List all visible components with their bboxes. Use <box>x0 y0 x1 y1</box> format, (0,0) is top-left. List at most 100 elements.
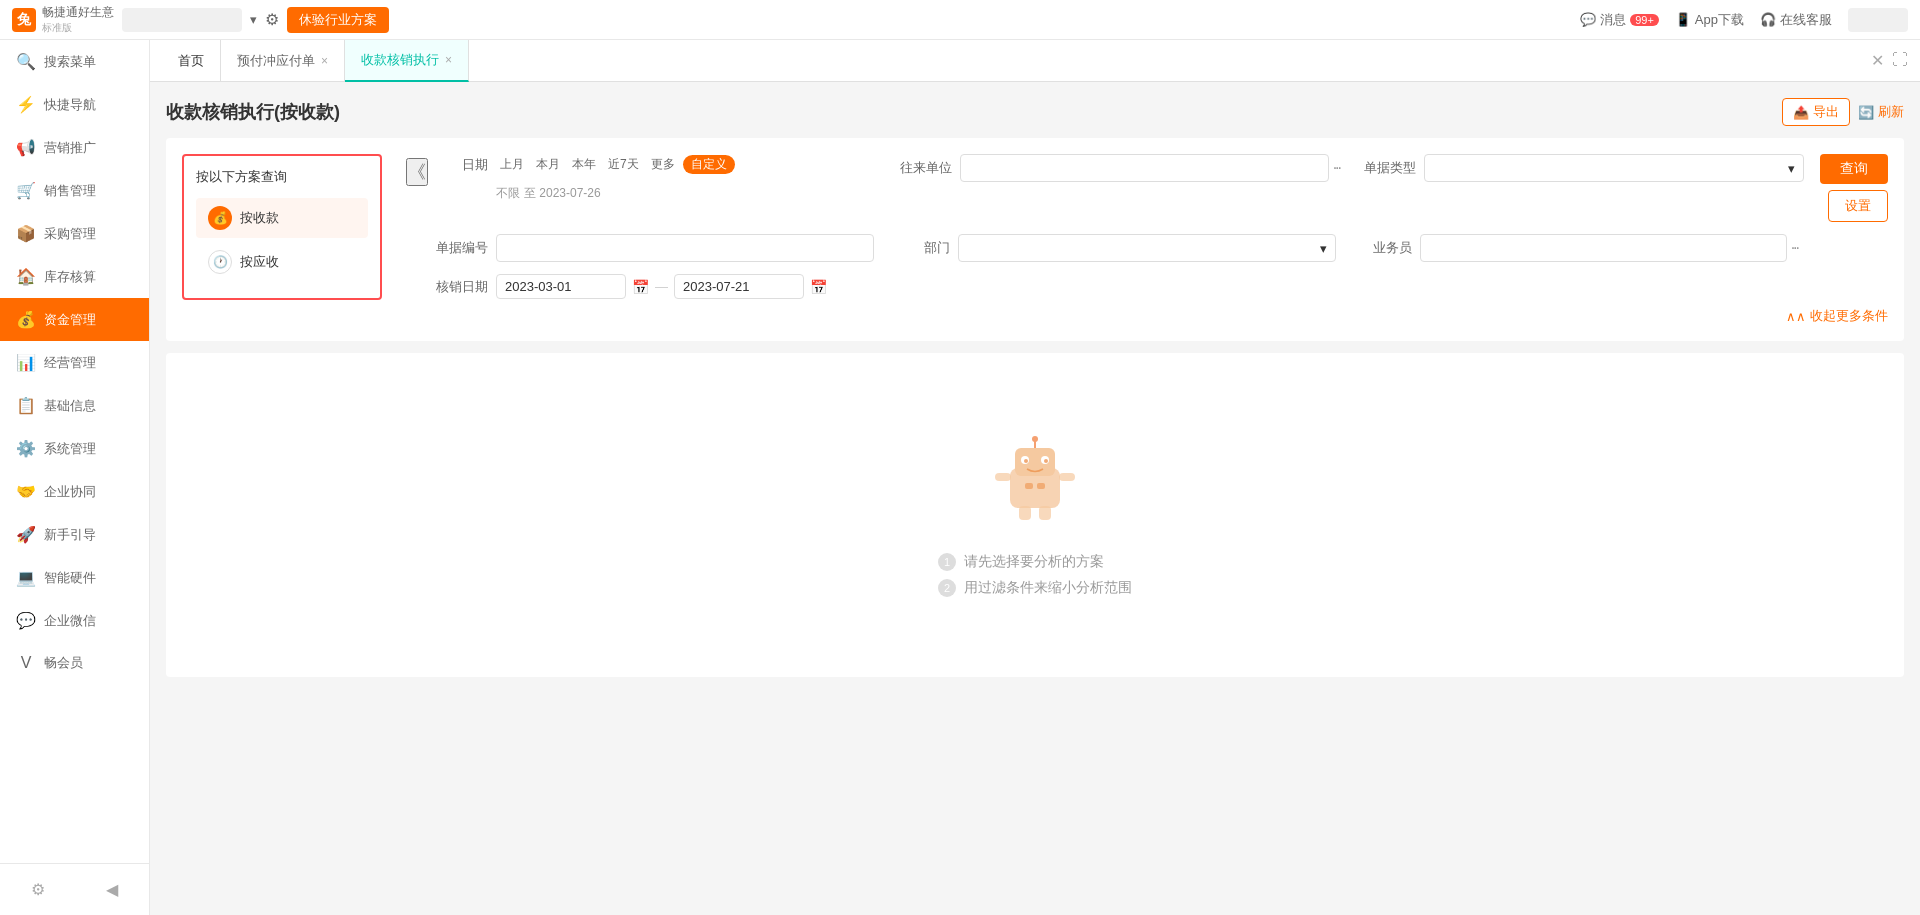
dept-label: 部门 <box>890 239 950 257</box>
verify-date-end-input[interactable] <box>674 274 804 299</box>
svg-point-4 <box>1024 459 1028 463</box>
sidebar-bottom: ⚙ ◀ <box>0 863 149 915</box>
sidebar-label-2: 营销推广 <box>44 139 96 157</box>
export-btn[interactable]: 📤 导出 <box>1782 98 1850 126</box>
dropdown-arrow[interactable]: ▾ <box>250 12 257 27</box>
online-service-btn[interactable]: 🎧 在线客服 <box>1760 11 1832 29</box>
counterpart-input[interactable] <box>960 154 1329 182</box>
filter-option-by-receipt[interactable]: 💰 按收款 <box>196 198 368 238</box>
settings-icon[interactable]: ⚙ <box>265 10 279 29</box>
empty-tips: 1 请先选择要分析的方案 2 用过滤条件来缩小分析范围 <box>938 553 1132 597</box>
sidebar-item-4[interactable]: 📦采购管理 <box>0 212 149 255</box>
salesperson-more-btn[interactable]: ··· <box>1791 239 1798 257</box>
counterpart-more-btn[interactable]: ··· <box>1333 159 1340 177</box>
receivable-icon: 🕐 <box>208 250 232 274</box>
query-form: 日期 上月 本月 本年 近7天 更多 自定义 <box>428 154 1888 325</box>
sidebar-label-8: 基础信息 <box>44 397 96 415</box>
bill-type-field: 单据类型 ▾ <box>1356 154 1804 182</box>
tab-close-1[interactable]: × <box>321 54 328 68</box>
verify-end-calendar-icon[interactable]: 📅 <box>810 279 827 295</box>
app-download-btn[interactable]: 📱 App下载 <box>1675 11 1744 29</box>
sidebar-label-6: 资金管理 <box>44 311 96 329</box>
bill-no-input[interactable] <box>496 234 874 262</box>
app-logo: 兔 畅捷通好生意 标准版 <box>12 4 114 35</box>
filter-scheme-sidebar: 按以下方案查询 💰 按收款 🕐 按应收 <box>182 154 382 300</box>
tab-close-2[interactable]: × <box>445 53 452 67</box>
settings-bottom-icon[interactable]: ⚙ <box>23 872 53 907</box>
bill-no-label: 单据编号 <box>428 239 488 257</box>
empty-tip-2: 2 用过滤条件来缩小分析范围 <box>938 579 1132 597</box>
tab-2[interactable]: 收款核销执行× <box>345 40 469 82</box>
sidebar-label-4: 采购管理 <box>44 225 96 243</box>
dept-select[interactable]: ▾ <box>958 234 1336 262</box>
bill-no-field: 单据编号 <box>428 234 874 262</box>
user-info <box>1848 8 1908 32</box>
sidebar-item-9[interactable]: ⚙️系统管理 <box>0 427 149 470</box>
headset-icon: 🎧 <box>1760 12 1776 27</box>
tip1-text: 请先选择要分析的方案 <box>964 553 1104 571</box>
filter-option-by-receivable[interactable]: 🕐 按应收 <box>196 242 368 282</box>
bill-type-select[interactable]: ▾ <box>1424 154 1804 182</box>
close-tab-icon[interactable]: ✕ <box>1871 51 1884 70</box>
svg-point-7 <box>1032 436 1038 442</box>
date-field: 日期 上月 本月 本年 近7天 更多 自定义 <box>428 154 876 202</box>
refresh-btn[interactable]: 🔄 刷新 <box>1858 98 1904 126</box>
export-icon: 📤 <box>1793 105 1809 120</box>
svg-rect-9 <box>1059 473 1075 481</box>
refresh-icon: 🔄 <box>1858 105 1874 120</box>
svg-rect-12 <box>1025 483 1033 489</box>
verify-start-calendar-icon[interactable]: 📅 <box>632 279 649 295</box>
query-btn[interactable]: 查询 <box>1820 154 1888 184</box>
sidebar-item-6[interactable]: 💰资金管理 <box>0 298 149 341</box>
sidebar-item-7[interactable]: 📊经营管理 <box>0 341 149 384</box>
dept-field: 部门 ▾ <box>890 234 1336 262</box>
message-btn[interactable]: 💬 消息 99+ <box>1580 11 1659 29</box>
tab-1[interactable]: 预付冲应付单× <box>221 40 345 82</box>
message-icon: 💬 <box>1580 12 1596 27</box>
sidebar-item-1[interactable]: ⚡快捷导航 <box>0 83 149 126</box>
date-last-month[interactable]: 上月 <box>496 154 528 175</box>
date-this-year[interactable]: 本年 <box>568 154 600 175</box>
sidebar-item-2[interactable]: 📢营销推广 <box>0 126 149 169</box>
sidebar-label-5: 库存核算 <box>44 268 96 286</box>
sidebar-label-13: 企业微信 <box>44 612 96 630</box>
date-this-month[interactable]: 本月 <box>532 154 564 175</box>
settings-btn[interactable]: 设置 <box>1828 190 1888 222</box>
date-7days[interactable]: 近7天 <box>604 154 643 175</box>
receipt-icon: 💰 <box>208 206 232 230</box>
filter-option-label-receipt: 按收款 <box>240 209 279 227</box>
collapse-more-btn[interactable]: ∧∧ 收起更多条件 <box>428 307 1888 325</box>
date-to-text: 至 2023-07-26 <box>524 185 601 202</box>
date-more[interactable]: 更多 <box>647 154 679 175</box>
sidebar-item-13[interactable]: 💬企业微信 <box>0 599 149 642</box>
brand-input <box>122 8 242 32</box>
sidebar-item-10[interactable]: 🤝企业协同 <box>0 470 149 513</box>
tip2-text: 用过滤条件来缩小分析范围 <box>964 579 1132 597</box>
salesperson-field: 业务员 ··· <box>1352 234 1798 262</box>
sidebar-icon-1: ⚡ <box>16 95 36 114</box>
topbar-right: 💬 消息 99+ 📱 App下载 🎧 在线客服 <box>1580 8 1908 32</box>
verify-date-start-input[interactable] <box>496 274 626 299</box>
sidebar-item-11[interactable]: 🚀新手引导 <box>0 513 149 556</box>
sidebar-item-14[interactable]: V畅会员 <box>0 642 149 684</box>
sidebar-item-8[interactable]: 📋基础信息 <box>0 384 149 427</box>
sidebar-item-5[interactable]: 🏠库存核算 <box>0 255 149 298</box>
tab-0[interactable]: 首页 <box>162 40 221 82</box>
collapse-sidebar-icon[interactable]: ◀ <box>98 872 126 907</box>
date-custom-tag[interactable]: 自定义 <box>683 155 735 174</box>
page-content: 收款核销执行(按收款) 📤 导出 🔄 刷新 <box>150 82 1920 915</box>
page-actions: 📤 导出 🔄 刷新 <box>1782 98 1904 126</box>
collapse-filter-btn[interactable]: 《 <box>406 158 428 186</box>
sidebar: 🔍搜索菜单⚡快捷导航📢营销推广🛒销售管理📦采购管理🏠库存核算💰资金管理📊经营管理… <box>0 40 150 915</box>
maximize-icon[interactable]: ⛶ <box>1892 51 1908 70</box>
sidebar-item-12[interactable]: 💻智能硬件 <box>0 556 149 599</box>
filter-layout: 按以下方案查询 💰 按收款 🕐 按应收 《 <box>182 154 1888 325</box>
empty-robot-illustration <box>985 433 1085 533</box>
filter-option-label-receivable: 按应收 <box>240 253 279 271</box>
bill-type-chevron: ▾ <box>1788 161 1795 176</box>
sidebar-item-3[interactable]: 🛒销售管理 <box>0 169 149 212</box>
sidebar-label-7: 经营管理 <box>44 354 96 372</box>
sidebar-item-0[interactable]: 🔍搜索菜单 <box>0 40 149 83</box>
salesperson-input[interactable] <box>1420 234 1787 262</box>
industry-btn[interactable]: 休验行业方案 <box>287 7 389 33</box>
